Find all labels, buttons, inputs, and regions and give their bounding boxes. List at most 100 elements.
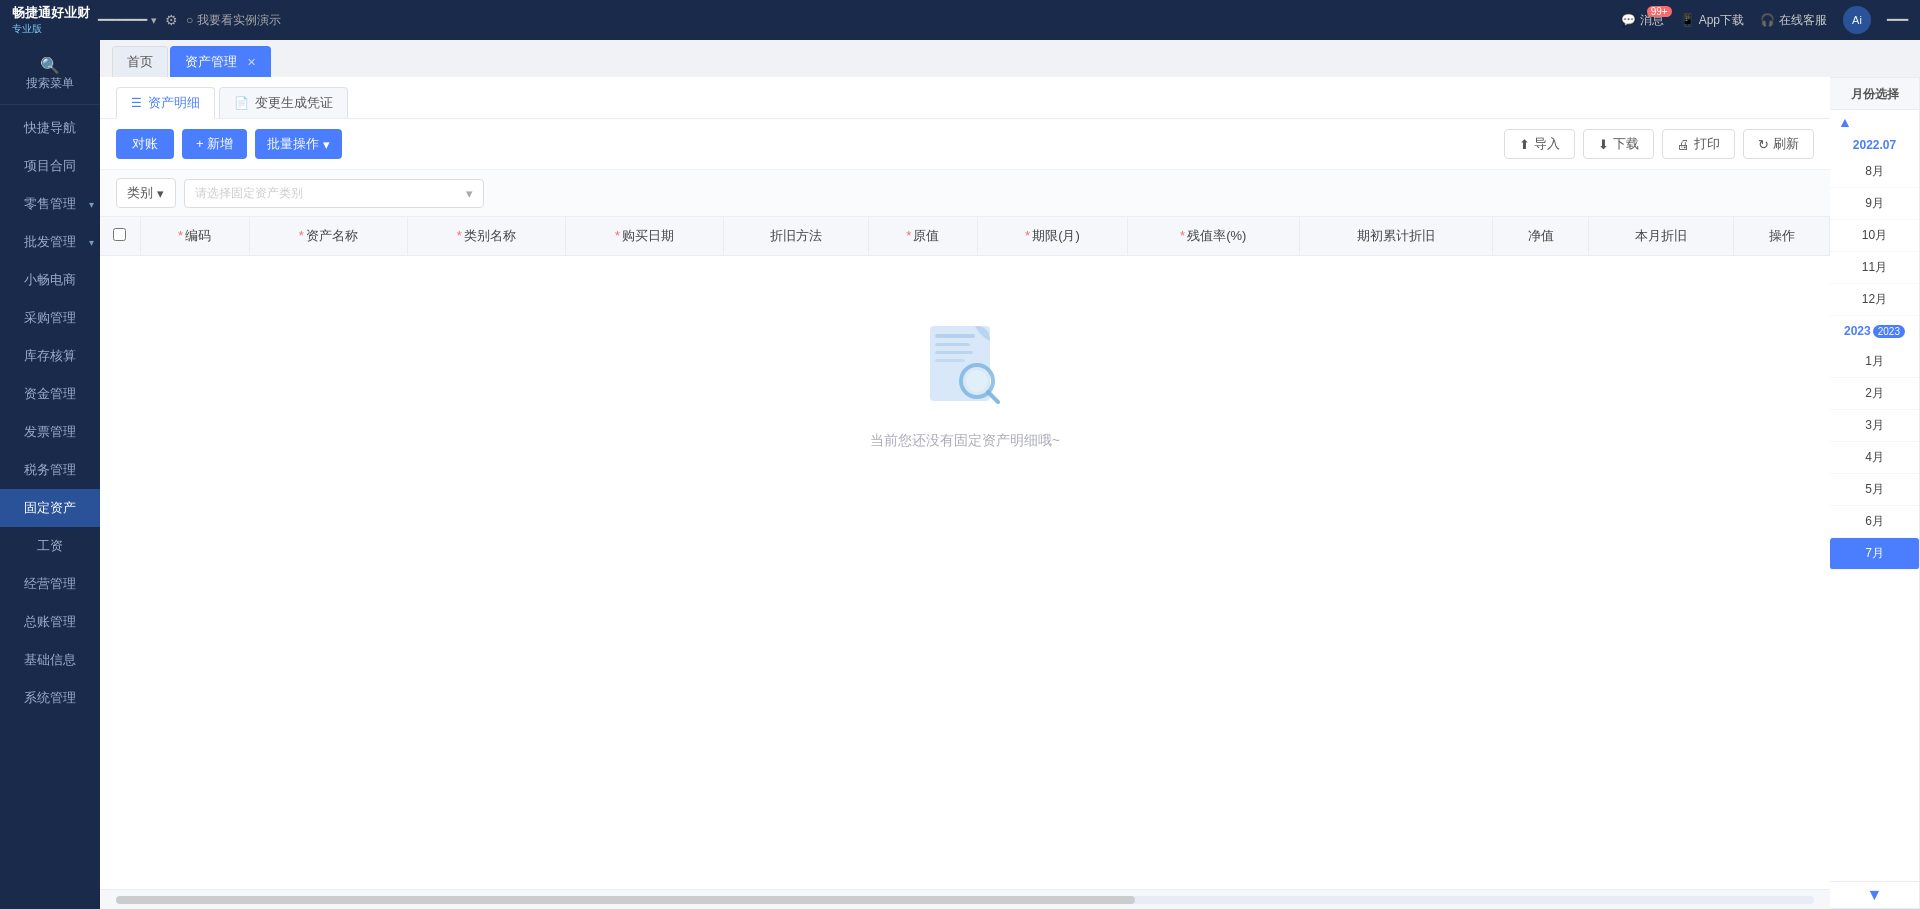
tab-asset-management[interactable]: 资产管理 ✕ xyxy=(170,46,271,77)
category-search-input[interactable]: 请选择固定资产类别 ▾ xyxy=(184,179,484,208)
headset-icon: 🎧 xyxy=(1760,13,1775,27)
online-service-button[interactable]: 🎧 在线客服 xyxy=(1760,12,1827,29)
search-menu[interactable]: 🔍 搜索菜单 xyxy=(0,48,100,105)
sidebar-item-project-contract[interactable]: 项目合同 xyxy=(0,147,100,185)
current-year-badge: 2023 xyxy=(1873,325,1905,338)
scrollbar-track[interactable] xyxy=(116,896,1814,904)
month-picker-nav: ▲ xyxy=(1830,110,1919,134)
month-2022-09[interactable]: 9月 xyxy=(1830,188,1919,220)
top-bar-right: 💬 消息 99+ 📱 App下载 🎧 在线客服 Ai ━━━ xyxy=(1621,6,1908,34)
batch-ops-button[interactable]: 批量操作 ▾ xyxy=(255,129,342,159)
col-category-name: *类别名称 xyxy=(407,217,565,256)
tab-home[interactable]: 首页 xyxy=(112,46,168,77)
month-2023-07[interactable]: 7月 xyxy=(1830,538,1919,570)
sidebar-item-purchase[interactable]: 采购管理 xyxy=(0,299,100,337)
month-2023-04[interactable]: 4月 xyxy=(1830,442,1919,474)
month-picker-footer: ▼ xyxy=(1830,881,1919,908)
app-icon: 📱 xyxy=(1680,13,1695,27)
main-layout: 🔍 搜索菜单 快捷导航 项目合同 零售管理 批发管理 小畅电商 采购管理 库存核… xyxy=(0,40,1920,909)
tab-close-icon[interactable]: ✕ xyxy=(247,56,256,68)
sidebar-item-operations[interactable]: 经营管理 xyxy=(0,565,100,603)
user-avatar[interactable]: Ai xyxy=(1843,6,1871,34)
filter-bar: 类别 ▾ 请选择固定资产类别 ▾ xyxy=(100,170,1830,217)
sidebar-item-ledger[interactable]: 总账管理 xyxy=(0,603,100,641)
sidebar-item-wholesale[interactable]: 批发管理 xyxy=(0,223,100,261)
col-net-value: 净值 xyxy=(1493,217,1589,256)
month-2023-03[interactable]: 3月 xyxy=(1830,410,1919,442)
sidebar-item-tax[interactable]: 税务管理 xyxy=(0,451,100,489)
table-wrap: *编码 *资产名称 *类别名称 *购买日期 折旧方法 *原值 *期限(月) *残… xyxy=(100,217,1830,889)
refresh-button[interactable]: ↻ 刷新 xyxy=(1743,129,1814,159)
doc-icon: 📄 xyxy=(234,96,249,110)
settings-icon[interactable]: ⚙ xyxy=(165,12,178,28)
col-residual-rate: *残值率(%) xyxy=(1127,217,1299,256)
month-2022-12[interactable]: 12月 xyxy=(1830,284,1919,316)
demo-link[interactable]: ○ 我要看实例演示 xyxy=(186,12,281,29)
month-2022-11[interactable]: 11月 xyxy=(1830,252,1919,284)
tab-bar: 首页 资产管理 ✕ xyxy=(100,40,1920,77)
sidebar-item-fixed-assets[interactable]: 固定资产 xyxy=(0,489,100,527)
batch-chevron-icon: ▾ xyxy=(323,137,330,152)
col-purchase-date: *购买日期 xyxy=(565,217,723,256)
dropdown-chevron-icon: ▾ xyxy=(151,14,157,27)
scrollbar-thumb[interactable] xyxy=(116,896,1135,904)
month-picker-next[interactable]: ▼ xyxy=(1867,886,1883,904)
dropdown-arrow-icon: ▾ xyxy=(466,186,473,201)
sidebar-item-invoice[interactable]: 发票管理 xyxy=(0,413,100,451)
sidebar-item-ecommerce[interactable]: 小畅电商 xyxy=(0,261,100,299)
sidebar-item-quick-nav[interactable]: 快捷导航 xyxy=(0,109,100,147)
message-badge: 99+ xyxy=(1647,6,1672,17)
sidebar-item-system[interactable]: 系统管理 xyxy=(0,679,100,717)
sub-tab-change-voucher[interactable]: 📄 变更生成凭证 xyxy=(219,87,348,118)
brand-logo: 畅捷通好业财 专业版 xyxy=(12,4,90,36)
col-accumulated-dep: 期初累计折旧 xyxy=(1299,217,1493,256)
month-2023-06[interactable]: 6月 xyxy=(1830,506,1919,538)
col-original-value: *原值 xyxy=(868,217,977,256)
month-2023-02[interactable]: 2月 xyxy=(1830,378,1919,410)
app-download-button[interactable]: 📱 App下载 xyxy=(1680,12,1744,29)
month-picker-prev[interactable]: ▲ xyxy=(1834,112,1856,132)
sidebar-item-basic-info[interactable]: 基础信息 xyxy=(0,641,100,679)
list-icon: ☰ xyxy=(131,96,142,110)
import-button[interactable]: ⬆ 导入 xyxy=(1504,129,1575,159)
svg-rect-4 xyxy=(935,359,965,362)
table-header-row: *编码 *资产名称 *类别名称 *购买日期 折旧方法 *原值 *期限(月) *残… xyxy=(100,217,1830,256)
col-asset-name: *资产名称 xyxy=(249,217,407,256)
add-new-button[interactable]: + 新增 xyxy=(182,129,247,159)
search-icon: 🔍 xyxy=(4,56,96,75)
import-icon: ⬆ xyxy=(1519,137,1530,152)
sidebar-item-finance[interactable]: 资金管理 xyxy=(0,375,100,413)
month-2023-05[interactable]: 5月 xyxy=(1830,474,1919,506)
month-2022-10[interactable]: 10月 xyxy=(1830,220,1919,252)
sidebar: 🔍 搜索菜单 快捷导航 项目合同 零售管理 批发管理 小畅电商 采购管理 库存核… xyxy=(0,40,100,909)
top-bar-left: 畅捷通好业财 专业版 ━━━━━━━ ▾ ⚙ ○ 我要看实例演示 xyxy=(12,4,281,36)
empty-illustration xyxy=(905,316,1025,416)
month-2023-01[interactable]: 1月 xyxy=(1830,346,1919,378)
category-filter[interactable]: 类别 ▾ xyxy=(116,178,176,208)
print-button[interactable]: 🖨 打印 xyxy=(1662,129,1735,159)
month-2022-08[interactable]: 8月 xyxy=(1830,156,1919,188)
svg-rect-2 xyxy=(935,343,970,346)
reconcile-button[interactable]: 对账 xyxy=(116,129,174,159)
sidebar-item-retail[interactable]: 零售管理 xyxy=(0,185,100,223)
svg-rect-1 xyxy=(935,334,975,338)
select-all-checkbox[interactable] xyxy=(113,228,126,241)
bottom-bar xyxy=(100,889,1830,909)
svg-rect-3 xyxy=(935,351,973,354)
toolbar: 对账 + 新增 批量操作 ▾ ⬆ 导入 ⬇ 下载 xyxy=(100,119,1830,170)
sub-tab-bar: ☰ 资产明细 📄 变更生成凭证 xyxy=(100,77,1830,119)
table-body: 当前您还没有固定资产明细哦~ xyxy=(100,256,1830,491)
sidebar-item-inventory[interactable]: 库存核算 xyxy=(0,337,100,375)
download-button[interactable]: ⬇ 下载 xyxy=(1583,129,1654,159)
year-2023-label: 2023 xyxy=(1844,320,1871,342)
sub-tab-asset-detail[interactable]: ☰ 资产明细 xyxy=(116,87,215,119)
sidebar-item-salary[interactable]: 工资 xyxy=(0,527,100,565)
page-content: ☰ 资产明细 📄 变更生成凭证 对账 + 新增 批量操作 ▾ xyxy=(100,77,1920,909)
col-code: *编码 xyxy=(140,217,249,256)
company-selector[interactable]: ━━━━━━━ ▾ xyxy=(98,13,157,27)
message-button[interactable]: 💬 消息 99+ xyxy=(1621,12,1664,29)
month-picker-title: 月份选择 xyxy=(1830,78,1919,110)
table-header: *编码 *资产名称 *类别名称 *购买日期 折旧方法 *原值 *期限(月) *残… xyxy=(100,217,1830,256)
download-icon: ⬇ xyxy=(1598,137,1609,152)
col-checkbox xyxy=(100,217,140,256)
